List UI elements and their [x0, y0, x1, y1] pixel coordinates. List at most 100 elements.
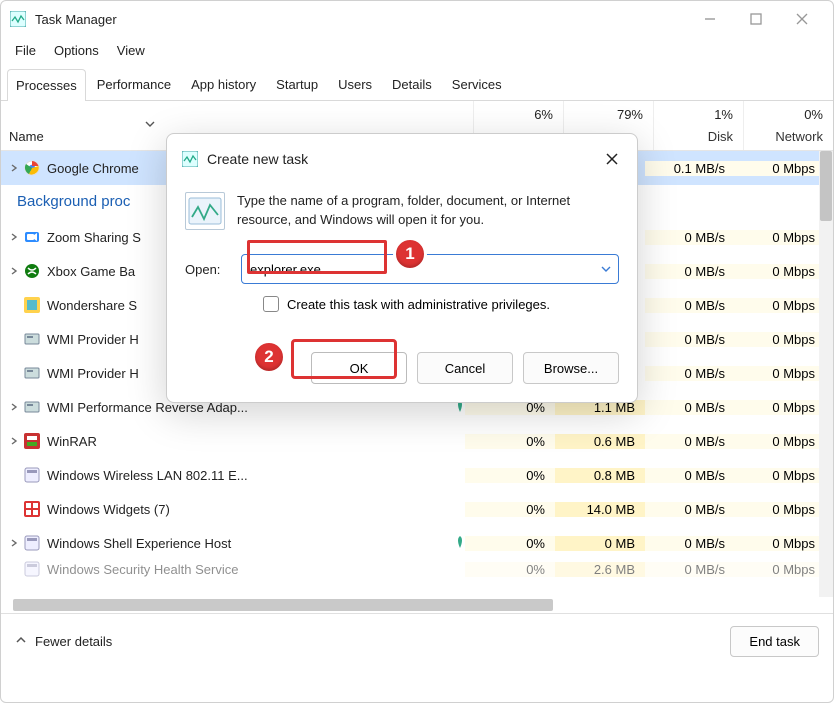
combobox-dropdown-button[interactable]	[594, 263, 618, 275]
cancel-button[interactable]: Cancel	[417, 352, 513, 384]
column-header-network[interactable]: 0%Network	[743, 101, 833, 150]
disk-cell: 0 MB/s	[645, 400, 735, 415]
process-icon	[23, 560, 41, 578]
horizontal-scrollbar[interactable]	[13, 599, 821, 613]
end-task-button[interactable]: End task	[730, 626, 819, 657]
process-icon	[23, 296, 41, 314]
disk-cell: 0 MB/s	[645, 332, 735, 347]
network-cell: 0 Mbps	[735, 230, 825, 245]
cpu-cell: 0%	[465, 434, 555, 449]
network-cell: 0 Mbps	[735, 502, 825, 517]
memory-cell: 2.6 MB	[555, 562, 645, 577]
cpu-cell: 0%	[465, 536, 555, 551]
disk-cell: 0 MB/s	[645, 434, 735, 449]
expand-icon[interactable]	[9, 163, 23, 173]
fewer-details-label: Fewer details	[35, 634, 112, 649]
tab-services[interactable]: Services	[443, 68, 511, 100]
network-cell: 0 Mbps	[735, 264, 825, 279]
task-manager-icon	[9, 10, 27, 28]
fewer-details-button[interactable]: Fewer details	[15, 634, 112, 649]
run-dialog-large-icon	[185, 192, 225, 230]
disk-cell: 0 MB/s	[645, 536, 735, 551]
process-icon	[23, 398, 41, 416]
expand-icon[interactable]	[9, 266, 23, 276]
tab-performance[interactable]: Performance	[88, 68, 180, 100]
annotation-callout-1: 1	[393, 237, 427, 271]
admin-privileges-checkbox[interactable]	[263, 296, 279, 312]
tab-processes[interactable]: Processes	[7, 69, 86, 101]
tab-details[interactable]: Details	[383, 68, 441, 100]
process-row[interactable]: Windows Widgets (7)0%14.0 MB0 MB/s0 Mbps	[1, 492, 833, 526]
chevron-down-icon[interactable]	[144, 118, 156, 130]
cpu-cell: 0%	[465, 502, 555, 517]
disk-cell: 0 MB/s	[645, 366, 735, 381]
tab-users[interactable]: Users	[329, 68, 381, 100]
close-button[interactable]	[779, 3, 825, 35]
dialog-description: Type the name of a program, folder, docu…	[237, 192, 619, 230]
expand-icon[interactable]	[9, 538, 23, 548]
column-header-name-label: Name	[9, 129, 44, 144]
expand-icon[interactable]	[9, 436, 23, 446]
process-icon	[23, 228, 41, 246]
dialog-titlebar: Create new task	[167, 134, 637, 184]
network-cell: 0 Mbps	[735, 366, 825, 381]
window-title: Task Manager	[35, 12, 687, 27]
process-row[interactable]: Windows Shell Experience Host 0%0 MB0 MB/…	[1, 526, 833, 560]
process-name: Windows Security Health Service	[47, 562, 465, 577]
minimize-button[interactable]	[687, 3, 733, 35]
process-icon	[23, 466, 41, 484]
memory-cell: 0 MB	[555, 536, 645, 551]
process-name: WinRAR	[47, 434, 465, 449]
menu-view[interactable]: View	[109, 39, 153, 62]
window-titlebar: Task Manager	[1, 1, 833, 37]
tab-startup[interactable]: Startup	[267, 68, 327, 100]
process-icon	[23, 330, 41, 348]
network-cell: 0 Mbps	[735, 400, 825, 415]
dialog-close-button[interactable]	[597, 144, 627, 174]
annotation-callout-2: 2	[252, 340, 286, 374]
ok-button[interactable]: OK	[311, 352, 407, 384]
process-name: Windows Wireless LAN 802.11 E...	[47, 468, 465, 483]
browse-button[interactable]: Browse...	[523, 352, 619, 384]
memory-cell: 0.6 MB	[555, 434, 645, 449]
process-row[interactable]: Windows Security Health Service0%2.6 MB 0…	[1, 560, 833, 578]
process-row[interactable]: WinRAR0%0.6 MB0 MB/s0 Mbps	[1, 424, 833, 458]
process-icon	[23, 534, 41, 552]
menu-bar: File Options View	[1, 37, 833, 68]
network-cell: 0 Mbps	[735, 562, 825, 577]
process-row[interactable]: Windows Wireless LAN 802.11 E...0%0.8 MB…	[1, 458, 833, 492]
process-icon	[23, 364, 41, 382]
open-combobox[interactable]	[241, 254, 619, 284]
menu-options[interactable]: Options	[46, 39, 107, 62]
disk-cell: 0 MB/s	[645, 298, 735, 313]
network-cell: 0 Mbps	[735, 434, 825, 449]
network-cell: 0 Mbps	[735, 536, 825, 551]
network-cell: 0 Mbps	[735, 468, 825, 483]
leaf-icon	[455, 535, 465, 552]
process-icon	[23, 159, 41, 177]
disk-cell: 0.1 MB/s	[645, 161, 735, 176]
process-name: Windows Shell Experience Host	[47, 536, 455, 551]
scrollbar-thumb[interactable]	[820, 151, 832, 221]
expand-icon[interactable]	[9, 232, 23, 242]
memory-cell: 14.0 MB	[555, 502, 645, 517]
menu-file[interactable]: File	[7, 39, 44, 62]
process-icon	[23, 432, 41, 450]
tab-app-history[interactable]: App history	[182, 68, 265, 100]
column-header-disk[interactable]: 1%Disk	[653, 101, 743, 150]
disk-cell: 0 MB/s	[645, 264, 735, 279]
vertical-scrollbar[interactable]	[819, 151, 833, 597]
create-new-task-dialog: Create new task Type the name of a progr…	[166, 133, 638, 403]
process-icon	[23, 500, 41, 518]
disk-cell: 0 MB/s	[645, 468, 735, 483]
network-cell: 0 Mbps	[735, 332, 825, 347]
horizontal-scrollbar-thumb[interactable]	[13, 599, 553, 611]
memory-cell: 0.8 MB	[555, 468, 645, 483]
dialog-title: Create new task	[207, 151, 597, 167]
maximize-button[interactable]	[733, 3, 779, 35]
cpu-cell: 0%	[465, 562, 555, 577]
chevron-up-icon	[15, 634, 27, 649]
process-icon	[23, 262, 41, 280]
expand-icon[interactable]	[9, 402, 23, 412]
admin-privileges-label: Create this task with administrative pri…	[287, 297, 550, 312]
